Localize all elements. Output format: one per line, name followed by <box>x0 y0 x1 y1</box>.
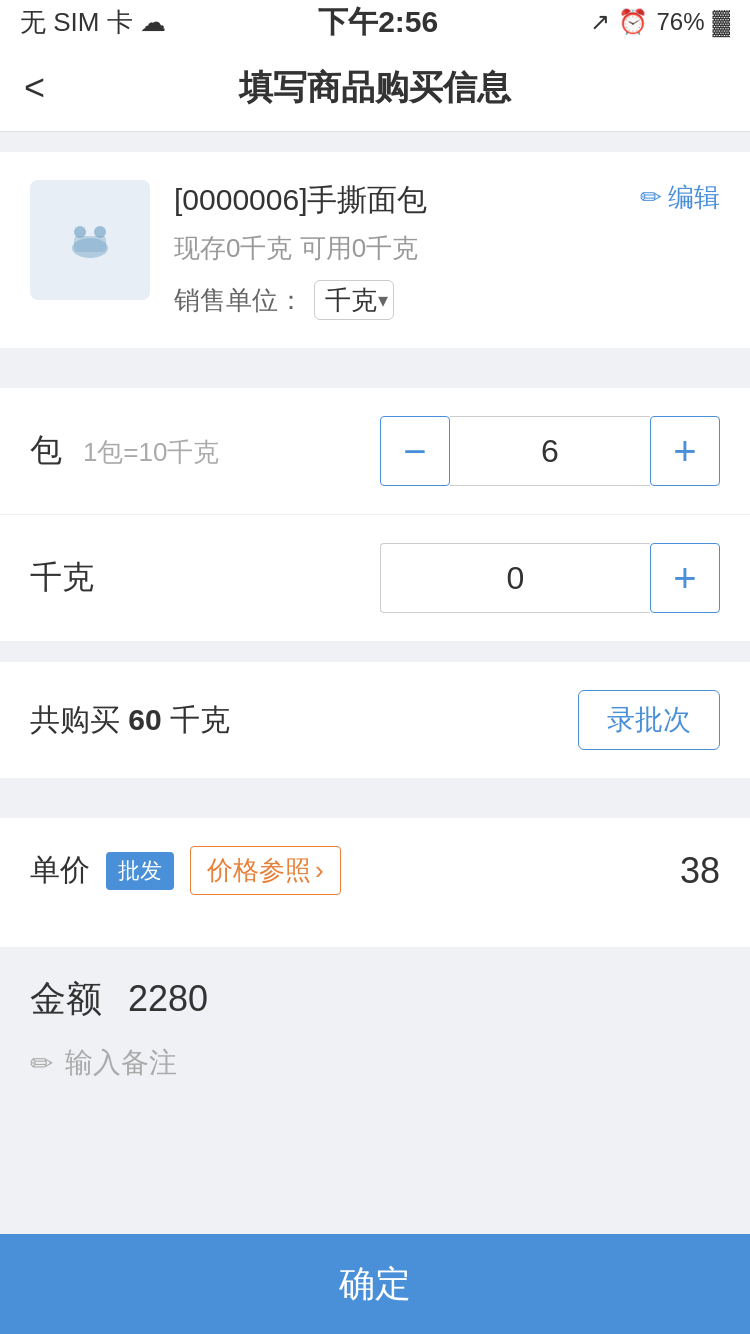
package-control: − + <box>380 416 720 486</box>
price-ref-button[interactable]: 价格参照 › <box>190 846 341 895</box>
content-spacer <box>0 1102 750 1234</box>
back-button[interactable]: < <box>24 67 45 109</box>
package-hint: 1包=10千克 <box>83 437 220 467</box>
status-bar: 无 SIM 卡 ☁ 下午2:56 ↗ ⏰ 76% ▓ <box>0 0 750 44</box>
status-time: 下午2:56 <box>318 2 438 43</box>
summary-section: 共购买 60 千克 录批次 <box>0 662 750 778</box>
alarm-icon: ⏰ <box>618 8 648 36</box>
status-right: ↗ ⏰ 76% ▓ <box>590 8 730 36</box>
summary-amount: 60 <box>128 703 161 736</box>
divider2 <box>0 778 750 798</box>
divider1 <box>0 348 750 368</box>
edit-icon: ✏ <box>640 182 662 213</box>
product-unit: 销售单位： 千克 包 <box>174 280 720 320</box>
product-stock: 现存0千克 可用0千克 <box>174 231 720 266</box>
page-title: 填写商品购买信息 <box>239 65 511 111</box>
kg-control: + <box>380 543 720 613</box>
amount-section: 金额 2280 ✏ 输入备注 <box>0 947 750 1102</box>
price-row: 单价 批发 价格参照 › 38 <box>30 846 720 895</box>
kg-input[interactable] <box>380 543 650 613</box>
note-icon: ✏ <box>30 1047 53 1080</box>
unit-select-wrap[interactable]: 千克 包 <box>314 280 394 320</box>
product-thumbnail <box>30 180 150 300</box>
package-input[interactable] <box>450 416 650 486</box>
location-icon: ↗ <box>590 8 610 36</box>
note-placeholder: 输入备注 <box>65 1044 177 1082</box>
edit-label: 编辑 <box>668 180 720 215</box>
battery-level: 76% <box>656 8 704 36</box>
product-name: [0000006]手撕面包 <box>174 180 720 221</box>
summary-text: 共购买 60 千克 <box>30 700 230 741</box>
kg-label: 千克 <box>30 556 380 600</box>
batch-button[interactable]: 录批次 <box>578 690 720 750</box>
confirm-button[interactable]: 确定 <box>0 1234 750 1334</box>
price-section: 单价 批发 价格参照 › 38 <box>0 818 750 947</box>
svg-rect-3 <box>74 236 106 252</box>
amount-row: 金额 2280 <box>30 975 720 1024</box>
product-info: [0000006]手撕面包 现存0千克 可用0千克 销售单位： 千克 包 <box>174 180 720 320</box>
sim-status: 无 SIM 卡 ☁ <box>20 5 166 40</box>
nav-bar: < 填写商品购买信息 <box>0 44 750 132</box>
unit-selector[interactable]: 千克 包 <box>314 280 394 320</box>
amount-value: 2280 <box>128 978 208 1019</box>
amount-label: 金额 <box>30 978 102 1019</box>
price-ref-arrow: › <box>315 855 324 886</box>
price-value: 38 <box>680 850 720 892</box>
package-decrement-button[interactable]: − <box>380 416 450 486</box>
quantity-section: 包 1包=10千克 − + 千克 + <box>0 388 750 642</box>
status-left: 无 SIM 卡 ☁ <box>20 5 166 40</box>
edit-button[interactable]: ✏ 编辑 <box>640 180 720 215</box>
price-label: 单价 <box>30 850 90 891</box>
note-row[interactable]: ✏ 输入备注 <box>30 1044 720 1082</box>
price-type-tag: 批发 <box>106 852 174 890</box>
kg-row: 千克 + <box>0 515 750 642</box>
price-ref-label: 价格参照 <box>207 853 311 888</box>
package-label: 包 1包=10千克 <box>30 429 380 473</box>
package-row: 包 1包=10千克 − + <box>0 388 750 515</box>
battery-icon: ▓ <box>713 8 731 36</box>
product-card: [0000006]手撕面包 现存0千克 可用0千克 销售单位： 千克 包 ✏ 编… <box>0 152 750 348</box>
package-increment-button[interactable]: + <box>650 416 720 486</box>
kg-increment-button[interactable]: + <box>650 543 720 613</box>
